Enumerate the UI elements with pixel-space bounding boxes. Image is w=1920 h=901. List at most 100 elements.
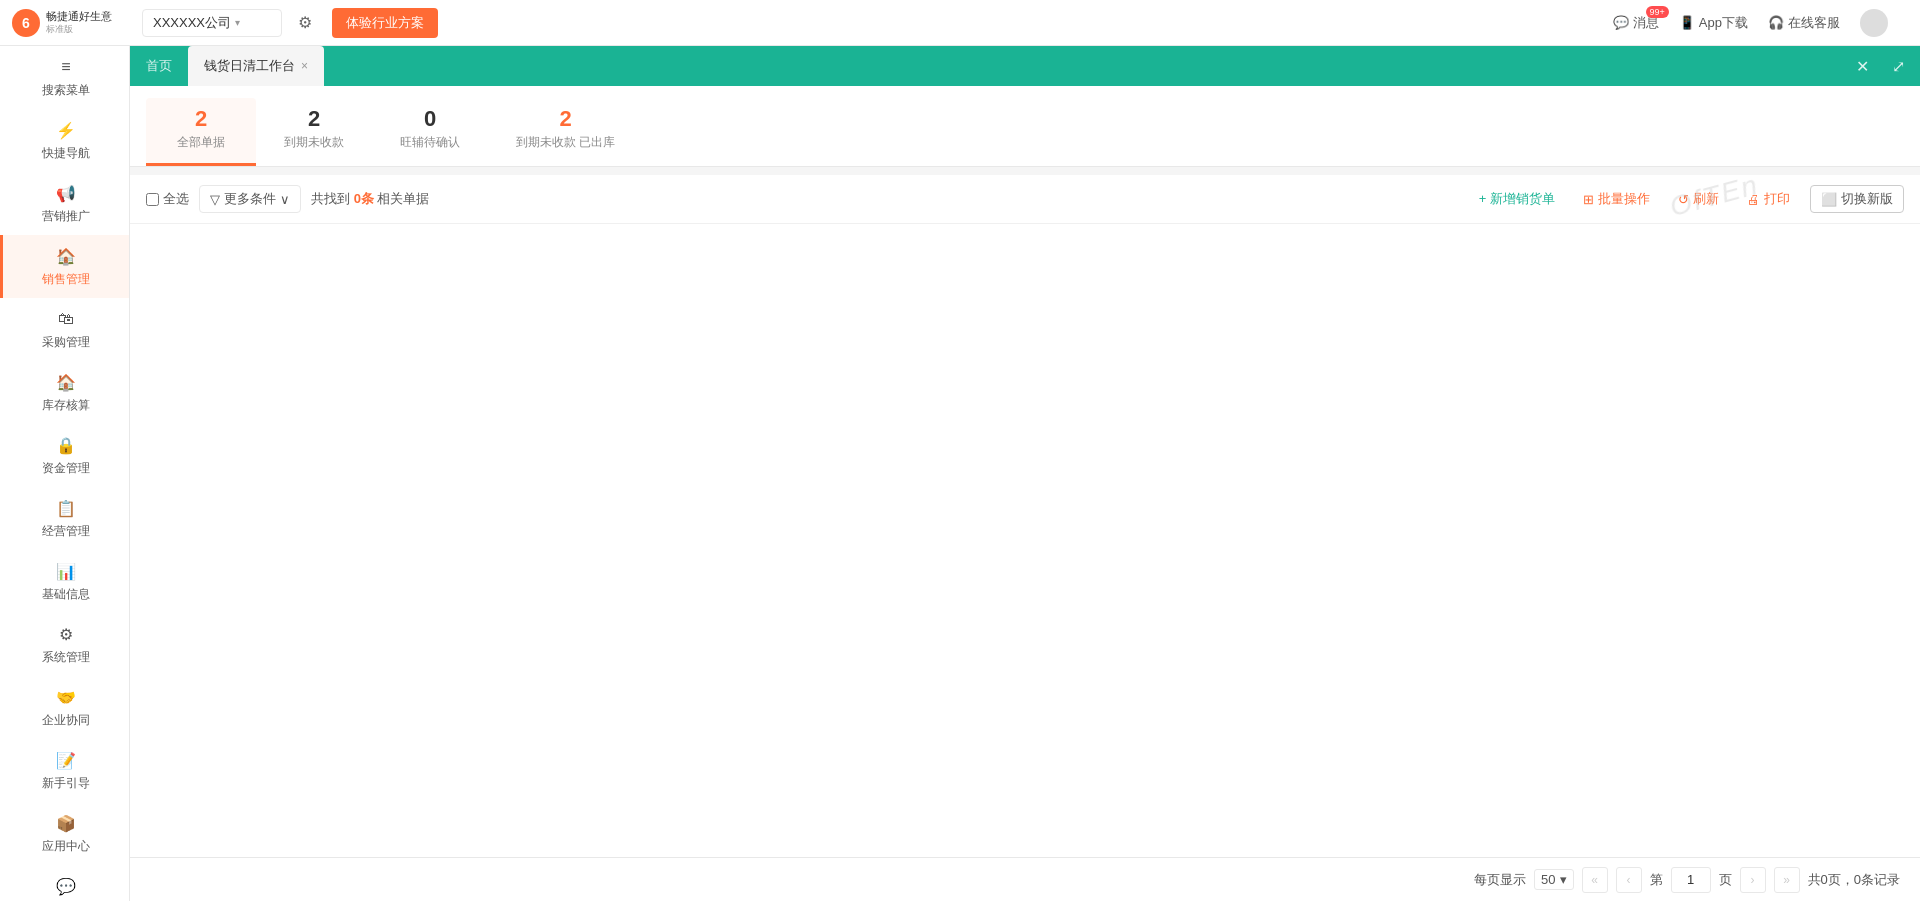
- system-icon: ⚙: [55, 623, 77, 645]
- download-icon: 📱: [1679, 15, 1695, 30]
- next-page-button[interactable]: ›: [1740, 867, 1766, 893]
- refresh-button[interactable]: ↺ 刷新: [1670, 186, 1727, 212]
- found-prefix: 共找到: [311, 191, 350, 206]
- batch-label: 批量操作: [1598, 190, 1650, 208]
- expand-icon[interactable]: ⤢: [1884, 52, 1912, 80]
- tab-bar: 首页 钱货日清工作台 × ✕ ⤢: [130, 46, 1920, 86]
- stat-tab-all[interactable]: 2 全部单据: [146, 98, 256, 166]
- stat-tab-overdue-warehouse-num: 2: [560, 106, 572, 132]
- select-all-checkbox[interactable]: 全选: [146, 190, 189, 208]
- print-button[interactable]: 🖨 打印: [1739, 186, 1798, 212]
- sidebar-item-guide[interactable]: 📝 新手引导: [0, 739, 129, 802]
- sidebar-item-enterprise-wechat[interactable]: 💬 企业微信: [0, 865, 129, 901]
- sidebar-item-label: 营销推广: [42, 208, 90, 225]
- stat-tab-overdue-warehouse-label: 到期未收款 已出库: [516, 134, 615, 151]
- select-all-input[interactable]: [146, 193, 159, 206]
- sidebar-item-label: 库存核算: [42, 397, 90, 414]
- app-download-button[interactable]: 📱 App下载: [1679, 14, 1748, 32]
- page-input[interactable]: [1671, 867, 1711, 893]
- purchase-icon: 🛍: [55, 308, 77, 330]
- select-all-label: 全选: [163, 190, 189, 208]
- marketing-icon: 📢: [55, 182, 77, 204]
- sidebar-item-finance[interactable]: 🔒 资金管理: [0, 424, 129, 487]
- tab-bar-actions: ✕ ⤢: [1848, 52, 1920, 80]
- stat-tab-overdue-num: 2: [308, 106, 320, 132]
- sidebar-item-enterprise[interactable]: 🤝 企业协同: [0, 676, 129, 739]
- sidebar-item-label: 资金管理: [42, 460, 90, 477]
- chevron-down-icon: ▾: [235, 17, 240, 28]
- switch-label: 切换新版: [1841, 190, 1893, 208]
- stat-tab-all-num: 2: [195, 106, 207, 132]
- search-menu-icon: ≡: [55, 56, 77, 78]
- sidebar-item-app-center[interactable]: 📦 应用中心: [0, 802, 129, 865]
- per-page-value: 50: [1541, 872, 1555, 887]
- filter-label: 更多条件: [224, 190, 276, 208]
- stat-tab-pending-label: 旺辅待确认: [400, 134, 460, 151]
- close-tab-action-icon[interactable]: ✕: [1848, 52, 1876, 80]
- total-records-label: 共0页，0条记录: [1808, 871, 1900, 889]
- main-layout: ≡ 搜索菜单 ⚡ 快捷导航 📢 营销推广 🏠 销售管理 🛍 采购管理 🏠 库存核…: [0, 46, 1920, 901]
- app-badge: 标准版: [46, 23, 112, 36]
- sidebar-item-quick-nav[interactable]: ⚡ 快捷导航: [0, 109, 129, 172]
- first-page-button[interactable]: «: [1582, 867, 1608, 893]
- sidebar-item-label: 采购管理: [42, 334, 90, 351]
- stat-tab-all-label: 全部单据: [177, 134, 225, 151]
- avatar[interactable]: [1860, 9, 1888, 37]
- inventory-icon: 🏠: [55, 371, 77, 393]
- sidebar-item-sales[interactable]: 🏠 销售管理: [0, 235, 129, 298]
- sidebar-item-system[interactable]: ⚙ 系统管理: [0, 613, 129, 676]
- switch-icon: ⬜: [1821, 192, 1837, 207]
- sidebar: ≡ 搜索菜单 ⚡ 快捷导航 📢 营销推广 🏠 销售管理 🛍 采购管理 🏠 库存核…: [0, 46, 130, 901]
- app-center-icon: 📦: [55, 812, 77, 834]
- tab-workspace-label: 钱货日清工作台: [204, 57, 295, 75]
- message-button[interactable]: 💬 消息 99+: [1613, 14, 1659, 32]
- tab-workspace[interactable]: 钱货日清工作台 ×: [188, 46, 324, 86]
- switch-version-button[interactable]: ⬜ 切换新版: [1810, 185, 1904, 213]
- service-icon: 🎧: [1768, 15, 1784, 30]
- sidebar-item-label: 快捷导航: [42, 145, 90, 162]
- last-page-button[interactable]: »: [1774, 867, 1800, 893]
- new-sales-order-button[interactable]: + 新增销货单: [1471, 186, 1563, 212]
- enterprise-icon: 🤝: [55, 686, 77, 708]
- sidebar-item-label: 经营管理: [42, 523, 90, 540]
- sidebar-item-purchase[interactable]: 🛍 采购管理: [0, 298, 129, 361]
- stat-tab-overdue-warehouse[interactable]: 2 到期未收款 已出库: [488, 98, 643, 166]
- sidebar-item-label: 应用中心: [42, 838, 90, 855]
- app-download-label: App下载: [1699, 14, 1748, 32]
- print-icon: 🖨: [1747, 192, 1760, 207]
- batch-operation-button[interactable]: ⊞ 批量操作: [1575, 186, 1658, 212]
- pagination-bar: 每页显示 50 ▾ « ‹ 第 页 › » 共0页，0条记录: [130, 857, 1920, 901]
- online-service-button[interactable]: 🎧 在线客服: [1768, 14, 1840, 32]
- settings-icon[interactable]: ⚙: [290, 8, 320, 38]
- sidebar-item-marketing[interactable]: 📢 营销推广: [0, 172, 129, 235]
- top-header: 6 畅捷通好生意 标准版 XXXXXX公司 ▾ ⚙ 体验行业方案 💬 消息 99…: [0, 0, 1920, 46]
- sidebar-item-inventory[interactable]: 🏠 库存核算: [0, 361, 129, 424]
- sidebar-item-label: 基础信息: [42, 586, 90, 603]
- first-page-icon: «: [1591, 873, 1598, 887]
- stat-tab-overdue-label: 到期未收款: [284, 134, 344, 151]
- logo-area: 6 畅捷通好生意 标准版: [12, 9, 142, 37]
- refresh-label: 刷新: [1693, 190, 1719, 208]
- try-industry-button[interactable]: 体验行业方案: [332, 8, 438, 38]
- batch-icon: ⊞: [1583, 192, 1594, 207]
- sidebar-item-label: 系统管理: [42, 649, 90, 666]
- basic-info-icon: 📊: [55, 560, 77, 582]
- filter-icon: ▽: [210, 192, 220, 207]
- stat-tab-pending-num: 0: [424, 106, 436, 132]
- prev-page-button[interactable]: ‹: [1616, 867, 1642, 893]
- company-selector[interactable]: XXXXXX公司 ▾: [142, 9, 282, 37]
- stat-tab-pending[interactable]: 0 旺辅待确认: [372, 98, 488, 166]
- sidebar-item-basic-info[interactable]: 📊 基础信息: [0, 550, 129, 613]
- tab-home[interactable]: 首页: [130, 46, 188, 86]
- sidebar-item-operations[interactable]: 📋 经营管理: [0, 487, 129, 550]
- message-badge: 99+: [1646, 6, 1669, 18]
- per-page-chevron-icon: ▾: [1560, 872, 1567, 887]
- sidebar-item-label: 新手引导: [42, 775, 90, 792]
- filter-button[interactable]: ▽ 更多条件 ∨: [199, 185, 301, 213]
- close-tab-icon[interactable]: ×: [301, 60, 308, 72]
- sidebar-item-search-menu[interactable]: ≡ 搜索菜单: [0, 46, 129, 109]
- toolbar: 全选 ▽ 更多条件 ∨ 共找到 0条 相关单据 + 新增销货单 ⊞ 批量操作 ↺: [130, 175, 1920, 224]
- stat-tab-overdue[interactable]: 2 到期未收款: [256, 98, 372, 166]
- per-page-select[interactable]: 50 ▾: [1534, 869, 1573, 890]
- header-right: 💬 消息 99+ 📱 App下载 🎧 在线客服: [1613, 9, 1908, 37]
